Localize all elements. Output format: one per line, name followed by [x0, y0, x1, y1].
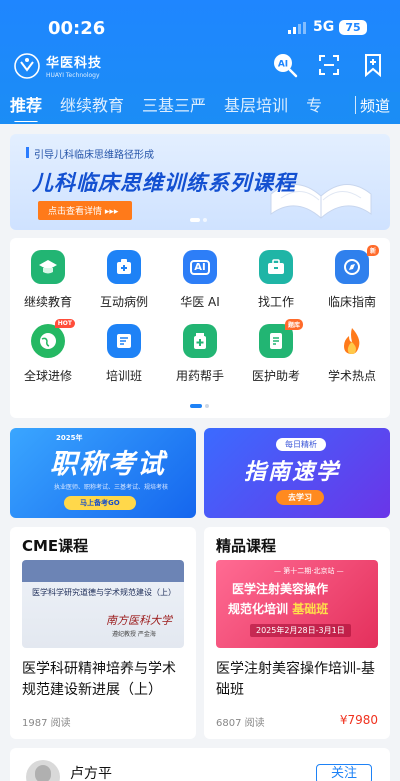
banner-title: 儿科临床思维训练系列课程 — [32, 171, 296, 195]
tab-continuing-education[interactable]: 继续教育 — [60, 92, 124, 116]
pediatric-course-banner[interactable]: 引导儿科临床思维路径形成 儿科临床思维训练系列课程 点击查看详情 ▸▸▸ — [10, 134, 390, 230]
thumb-title: 医学科学研究道德与学术规范建设（上） — [32, 588, 176, 597]
globe-icon: HOT — [31, 319, 75, 358]
course-price: ¥7980 — [339, 713, 378, 727]
tab-three-basics[interactable]: 三基三严 — [142, 92, 206, 116]
new-badge: 新 — [366, 245, 379, 256]
channel-menu-label: 频道 — [359, 96, 390, 115]
prepare-exam-button[interactable]: 马上备考GO — [64, 496, 136, 510]
grid-item-label: 全球进修 — [23, 369, 72, 383]
briefcase-icon — [259, 250, 293, 284]
grid-item-global-study[interactable]: HOT 全球进修 — [10, 319, 86, 384]
title-exam-promo[interactable]: 2025年 职称考试 执业医师、职称考试、三基考试、规培考核 马上备考GO — [10, 428, 196, 518]
menu-lines-icon — [354, 96, 356, 114]
grid-item-label: 用药帮手 — [175, 369, 224, 383]
guide-quick-study-promo[interactable]: 每日精析 指南速学 去学习 — [204, 428, 390, 518]
promo-title: 指南速学 — [244, 460, 341, 485]
grid-item-label: 华医 AI — [180, 295, 220, 309]
thumb-title-line2: 规范化培训 基础班 — [228, 602, 329, 616]
grid-item-label: 医护助考 — [251, 369, 300, 383]
grid-pager — [190, 404, 209, 408]
feature-grid: 继续教育 互动病例 AI 华医 AI 找工作 新 临床指南 HOT 全球进修 培… — [10, 238, 390, 418]
fire-icon — [335, 324, 369, 358]
author-name[interactable]: 卢方平 — [70, 763, 112, 781]
grid-item-label: 临床指南 — [327, 295, 376, 309]
header-actions: AI — [272, 52, 386, 78]
follow-button[interactable]: 关注 — [315, 764, 372, 781]
go-study-button[interactable]: 去学习 — [276, 490, 324, 505]
question-bank-badge: 题库 — [284, 319, 303, 330]
promo-tag: 每日精析 — [276, 438, 326, 451]
hot-badge: HOT — [54, 319, 75, 328]
grid-item-interactive-cases[interactable]: 互动病例 — [86, 250, 162, 310]
ai-icon: AI — [183, 250, 217, 284]
signal-icon — [288, 22, 306, 34]
grid-item-find-job[interactable]: 找工作 — [238, 250, 314, 310]
brand-logo[interactable]: 华医科技 HUAYI Technology — [14, 52, 102, 79]
cme-course-card[interactable]: CME课程 医学科学研究道德与学术规范建设（上） 南方医科大学 遵纪教授 严金海… — [10, 527, 196, 739]
promo-desc: 执业医师、职称考试、三基考试、规培考核 — [54, 484, 169, 491]
thumb-title-line1: 医学注射美容操作 — [232, 582, 329, 596]
banner-cta-button[interactable]: 点击查看详情 ▸▸▸ — [38, 201, 133, 220]
exam-icon: 题库 — [259, 319, 303, 358]
grid-item-label: 找工作 — [257, 295, 294, 309]
grid-item-continuing-education[interactable]: 继续教育 — [10, 250, 86, 310]
grid-item-clinical-guide[interactable]: 新 临床指南 — [314, 245, 390, 310]
ai-glyph: AI — [190, 259, 210, 275]
thumb-session: — 第十二期·北京站 — — [274, 567, 344, 575]
ai-search-icon[interactable]: AI — [272, 52, 298, 78]
tab-specialty[interactable]: 专 — [306, 92, 322, 116]
grid-item-label: 互动病例 — [99, 295, 148, 309]
course-title[interactable]: 医学注射美容操作培训-基础班 — [216, 659, 380, 701]
grid-item-medication-helper[interactable]: 用药帮手 — [162, 324, 238, 384]
channel-menu-button[interactable]: 频道 — [348, 92, 400, 118]
huayi-logo-icon — [14, 52, 40, 79]
thumb-school: 南方医科大学 — [106, 614, 172, 627]
channel-tabs: 推荐 继续教育 三基三严 基层培训 专 — [0, 92, 400, 122]
course-thumbnail: 医学科学研究道德与学术规范建设（上） 南方医科大学 遵纪教授 严金海 — [22, 560, 184, 648]
grid-item-label: 学术热点 — [327, 369, 376, 383]
thumb-date: 2025年2月28日-3月1日 — [250, 624, 351, 637]
card-header: CME课程 — [22, 537, 89, 555]
grid-item-nursing-exam[interactable]: 题库 医护助考 — [238, 319, 314, 384]
read-count: 6807 阅读 — [216, 718, 265, 729]
classroom-icon — [107, 324, 141, 358]
brand-name: 华医科技 — [46, 56, 103, 71]
grid-item-training-class[interactable]: 培训班 — [86, 324, 162, 384]
banner-subtitle: 引导儿科临床思维路径形成 — [26, 146, 154, 161]
status-time: 00:26 — [48, 18, 106, 39]
top-header: 00:26 5G 75 华医科技 HUAYI Technology AI 推荐 … — [0, 0, 400, 124]
grid-item-label: 培训班 — [105, 369, 142, 383]
grid-item-huayi-ai[interactable]: AI 华医 AI — [162, 250, 238, 310]
battery-icon: 75 — [339, 20, 367, 35]
network-type: 5G — [313, 19, 335, 35]
grid-item-label: 继续教育 — [23, 295, 72, 309]
banner-pager — [190, 218, 207, 222]
course-thumbnail: — 第十二期·北京站 — 医学注射美容操作 规范化培训 基础班 2025年2月2… — [216, 560, 378, 648]
tab-primary-training[interactable]: 基层培训 — [224, 92, 288, 116]
guide-icon: 新 — [335, 245, 379, 284]
scan-icon[interactable] — [316, 52, 342, 78]
read-count: 1987 阅读 — [22, 718, 71, 729]
thumb-highlight: 基础班 — [292, 602, 329, 616]
premium-course-card[interactable]: 精品课程 — 第十二期·北京站 — 医学注射美容操作 规范化培训 基础班 202… — [204, 527, 390, 739]
grid-item-academic-hotspot[interactable]: 学术热点 — [314, 324, 390, 384]
promo-title: 职称考试 — [50, 449, 166, 480]
course-title[interactable]: 医学科研精神培养与学术规范建设新进展（上） — [22, 659, 186, 701]
graduation-cap-icon — [31, 250, 65, 284]
tab-recommend[interactable]: 推荐 — [10, 92, 42, 122]
medical-case-icon — [107, 250, 141, 284]
card-header: 精品课程 — [216, 537, 277, 555]
brand-name-en: HUAYI Technology — [46, 72, 100, 79]
ai-icon-label: AI — [278, 60, 288, 70]
avatar[interactable] — [26, 760, 60, 781]
author-feed-item: 卢方平 关注 — [10, 748, 390, 781]
thumb-author: 遵纪教授 严金海 — [112, 631, 156, 638]
medicine-icon — [183, 324, 217, 358]
bookmark-plus-icon[interactable] — [360, 52, 386, 78]
status-bar: 00:26 5G 75 — [0, 0, 400, 46]
